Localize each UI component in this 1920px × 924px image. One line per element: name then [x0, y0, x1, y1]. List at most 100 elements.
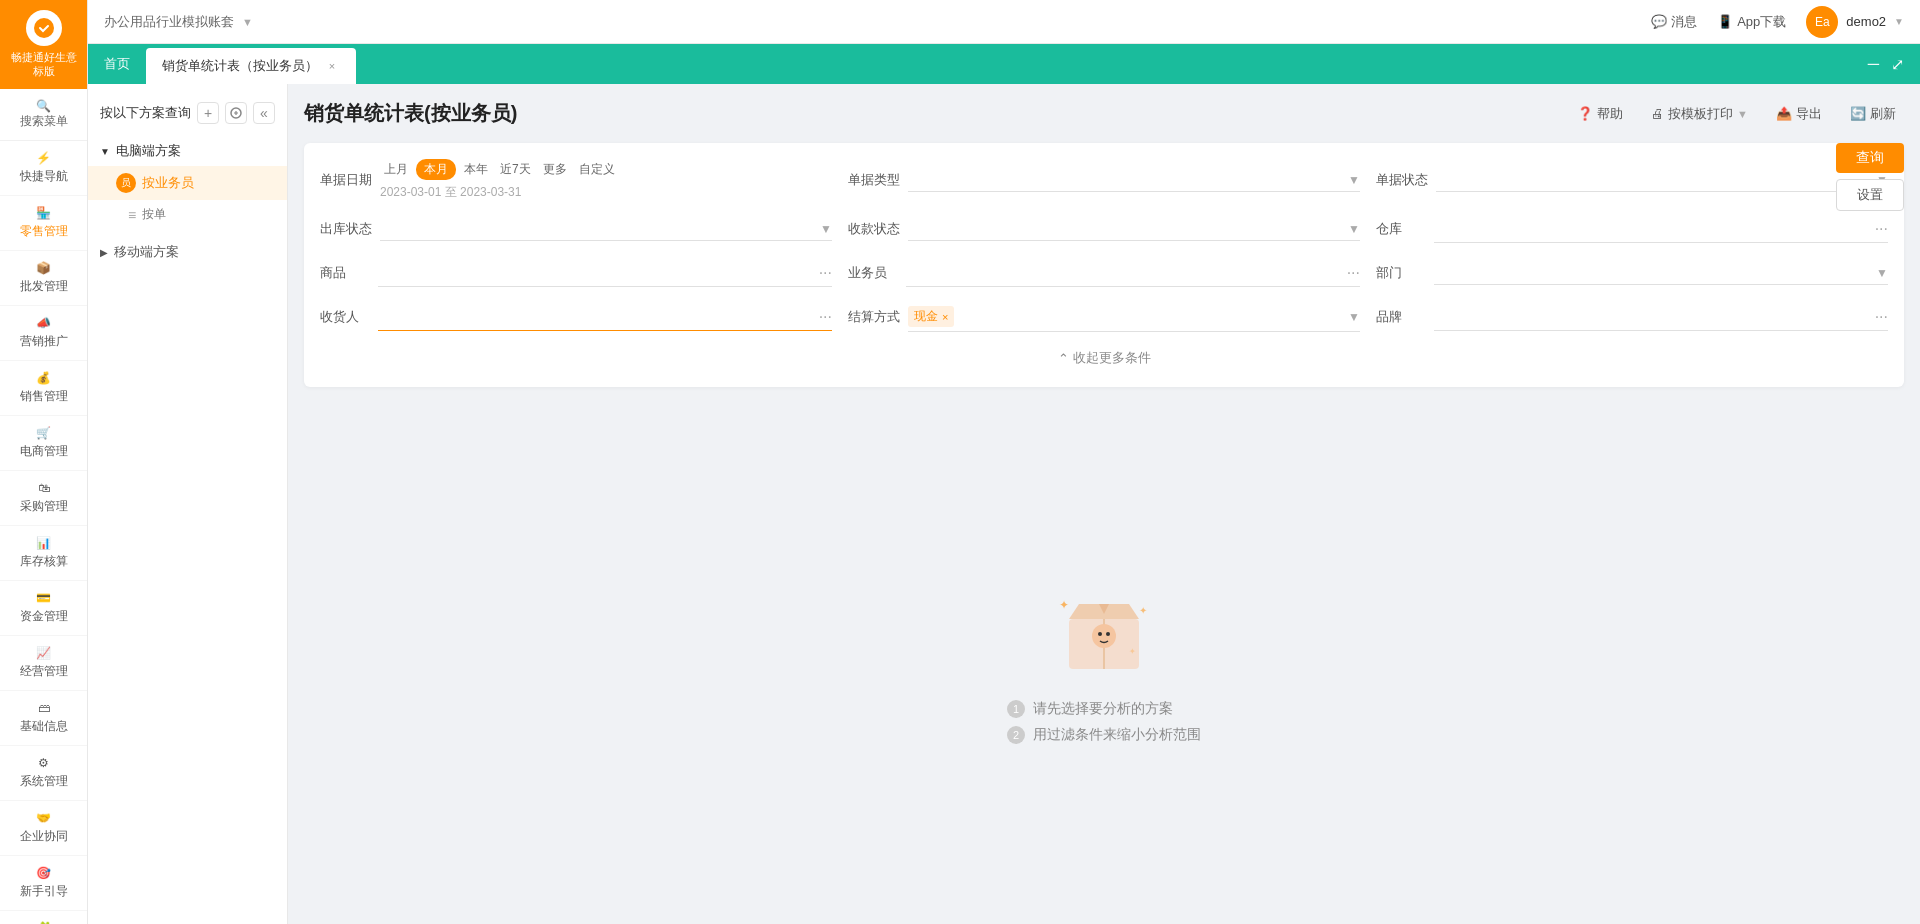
tab-close-icon[interactable]: ×: [324, 58, 340, 74]
print-btn[interactable]: 🖨 按模板打印 ▼: [1643, 101, 1756, 127]
filter-field-receipt-status: 收款状态 ▼: [848, 213, 1360, 245]
filter-row-4: 收货人 ··· 结算方式: [320, 301, 1888, 333]
payment-tag-close[interactable]: ×: [942, 311, 948, 323]
step1-num: 1: [1007, 700, 1025, 718]
salesman-select[interactable]: ···: [906, 260, 1360, 287]
page-title: 销货单统计表(按业务员): [304, 100, 517, 127]
empty-text: 1 请先选择要分析的方案 2 用过滤条件来缩小分析范围: [1007, 700, 1201, 744]
filter-row-1: 单据日期 上月 本月 本年 近7天 更多 自定义 20: [320, 159, 1888, 201]
logo-icon: [26, 10, 62, 46]
settings-btn[interactable]: 设置: [1836, 179, 1904, 211]
sidebar-logo[interactable]: 畅捷通好生意 标版: [0, 0, 88, 89]
sidebar-search[interactable]: 🔍 搜索菜单: [0, 89, 87, 141]
sidebar-item-inventory[interactable]: 📊 库存核算: [0, 526, 87, 581]
ecommerce-label: 电商管理: [20, 443, 68, 460]
sidebar-item-ecommerce[interactable]: 🛒 电商管理: [0, 416, 87, 471]
date-tab-custom[interactable]: 自定义: [575, 159, 619, 180]
receipt-status-label: 收款状态: [848, 220, 900, 238]
goods-dots[interactable]: ···: [819, 264, 832, 282]
sidebar-item-wholesale[interactable]: 📦 批发管理: [0, 251, 87, 306]
username-label: demo2: [1846, 14, 1886, 29]
sidebar-item-finance[interactable]: 💳 资金管理: [0, 581, 87, 636]
add-scheme-btn[interactable]: +: [197, 102, 219, 124]
sidebar-item-purchase[interactable]: 🛍 采购管理: [0, 471, 87, 526]
collapse-panel-btn[interactable]: «: [253, 102, 275, 124]
sidebar-item-sales[interactable]: 💰 销售管理: [0, 361, 87, 416]
department-chevron-icon: ▼: [1876, 266, 1888, 280]
date-tab-this-year[interactable]: 本年: [460, 159, 492, 180]
tab-home[interactable]: 首页: [88, 44, 146, 84]
newbie-label: 新手引导: [20, 883, 68, 900]
logo-text: 畅捷通好生意 标版: [5, 50, 83, 79]
mobile-scheme-header[interactable]: ▶ 移动端方案: [88, 237, 287, 267]
out-status-select[interactable]: ▼: [380, 218, 832, 241]
user-area[interactable]: Ea demo2 ▼: [1806, 6, 1904, 38]
consignee-select[interactable]: ···: [378, 304, 832, 331]
warehouse-dots[interactable]: ···: [1875, 220, 1888, 238]
edit-scheme-btn[interactable]: [225, 102, 247, 124]
collapse-btn[interactable]: ⌃ 收起更多条件: [1046, 345, 1163, 371]
tab-active[interactable]: 销货单统计表（按业务员） ×: [146, 48, 356, 84]
date-tab-7days[interactable]: 近7天: [496, 159, 535, 180]
date-tab-last-month[interactable]: 上月: [380, 159, 412, 180]
apps-icon: 🧩: [36, 921, 51, 924]
department-select[interactable]: ▼: [1434, 262, 1888, 285]
panel-title: 按以下方案查询: [100, 104, 191, 122]
finance-icon: 💳: [36, 591, 51, 605]
export-btn[interactable]: 📤 导出: [1768, 101, 1830, 127]
scheme-item-salesman[interactable]: 员 按业务员: [88, 166, 287, 200]
chevron-down-icon[interactable]: ▼: [242, 16, 253, 28]
scheme-group-header-desktop[interactable]: ▼ 电脑端方案: [88, 136, 287, 166]
filter-field-date: 单据日期 上月 本月 本年 近7天 更多 自定义 20: [320, 159, 832, 201]
svg-text:✦: ✦: [1059, 598, 1069, 612]
sales-icon: 💰: [36, 371, 51, 385]
filter-card: 单据日期 上月 本月 本年 近7天 更多 自定义 20: [304, 143, 1904, 387]
filter-field-doc-type: 单据类型 ▼: [848, 164, 1360, 196]
department-label: 部门: [1376, 264, 1426, 282]
sidebar: 畅捷通好生意 标版 🔍 搜索菜单 ⚡ 快捷导航 🏪 零售管理 📦 批发管理 📣 …: [0, 0, 88, 924]
svg-text:✦: ✦: [1129, 647, 1136, 656]
system-icon: ⚙: [38, 756, 49, 770]
step2-label: 用过滤条件来缩小分析范围: [1033, 726, 1201, 744]
desktop-scheme-group: ▼ 电脑端方案 员 按业务员 ≡ 按单: [88, 132, 287, 233]
filter-field-consignee: 收货人 ···: [320, 301, 832, 333]
brand-dots[interactable]: ···: [1875, 308, 1888, 326]
print-icon: 🖨: [1651, 106, 1664, 121]
goods-select[interactable]: ···: [378, 260, 832, 287]
sidebar-item-enterprise[interactable]: 🤝 企业协同: [0, 801, 87, 856]
sidebar-item-newbie[interactable]: 🎯 新手引导: [0, 856, 87, 911]
sidebar-item-marketing[interactable]: 📣 营销推广: [0, 306, 87, 361]
wholesale-label: 批发管理: [20, 278, 68, 295]
doc-status-select[interactable]: ▼: [1436, 169, 1888, 192]
payment-select[interactable]: 现金 × ▼: [908, 302, 1360, 332]
messages-btn[interactable]: 💬 消息: [1651, 13, 1697, 31]
tab-maximize-icon[interactable]: ⤢: [1887, 51, 1908, 78]
sub-scheme-item-order[interactable]: ≡ 按单: [88, 200, 287, 229]
quick-nav-label: 快捷导航: [20, 168, 68, 185]
empty-illustration: ✦ ✦ ✦: [1044, 564, 1164, 684]
refresh-btn[interactable]: 🔄 刷新: [1842, 101, 1904, 127]
svg-point-4: [1092, 624, 1116, 648]
help-btn[interactable]: ❓ 帮助: [1569, 101, 1631, 127]
receipt-status-select[interactable]: ▼: [908, 218, 1360, 241]
sidebar-item-basic[interactable]: 🗃 基础信息: [0, 691, 87, 746]
date-tab-more[interactable]: 更多: [539, 159, 571, 180]
tab-minimize-icon[interactable]: ─: [1864, 51, 1883, 77]
app-download-btn[interactable]: 📱 App下载: [1717, 13, 1786, 31]
consignee-dots[interactable]: ···: [819, 308, 832, 326]
order-icon: ≡: [128, 207, 136, 223]
date-tab-this-month[interactable]: 本月: [416, 159, 456, 180]
filter-row-3: 商品 ··· 业务员 ···: [320, 257, 1888, 289]
salesman-dots[interactable]: ···: [1347, 264, 1360, 282]
sidebar-item-apps[interactable]: 🧩 应用中心: [0, 911, 87, 924]
warehouse-select[interactable]: ···: [1434, 216, 1888, 243]
query-btn[interactable]: 查询: [1836, 143, 1904, 173]
current-db-label: 办公用品行业模拟账套: [104, 13, 234, 31]
doc-type-select[interactable]: ▼: [908, 169, 1360, 192]
filter-area-wrapper: 单据日期 上月 本月 本年 近7天 更多 自定义 20: [304, 143, 1904, 387]
sidebar-item-operations[interactable]: 📈 经营管理: [0, 636, 87, 691]
sidebar-item-system[interactable]: ⚙ 系统管理: [0, 746, 87, 801]
brand-select[interactable]: ···: [1434, 304, 1888, 331]
sidebar-item-quick-nav[interactable]: ⚡ 快捷导航: [0, 141, 87, 196]
sidebar-item-retail[interactable]: 🏪 零售管理: [0, 196, 87, 251]
